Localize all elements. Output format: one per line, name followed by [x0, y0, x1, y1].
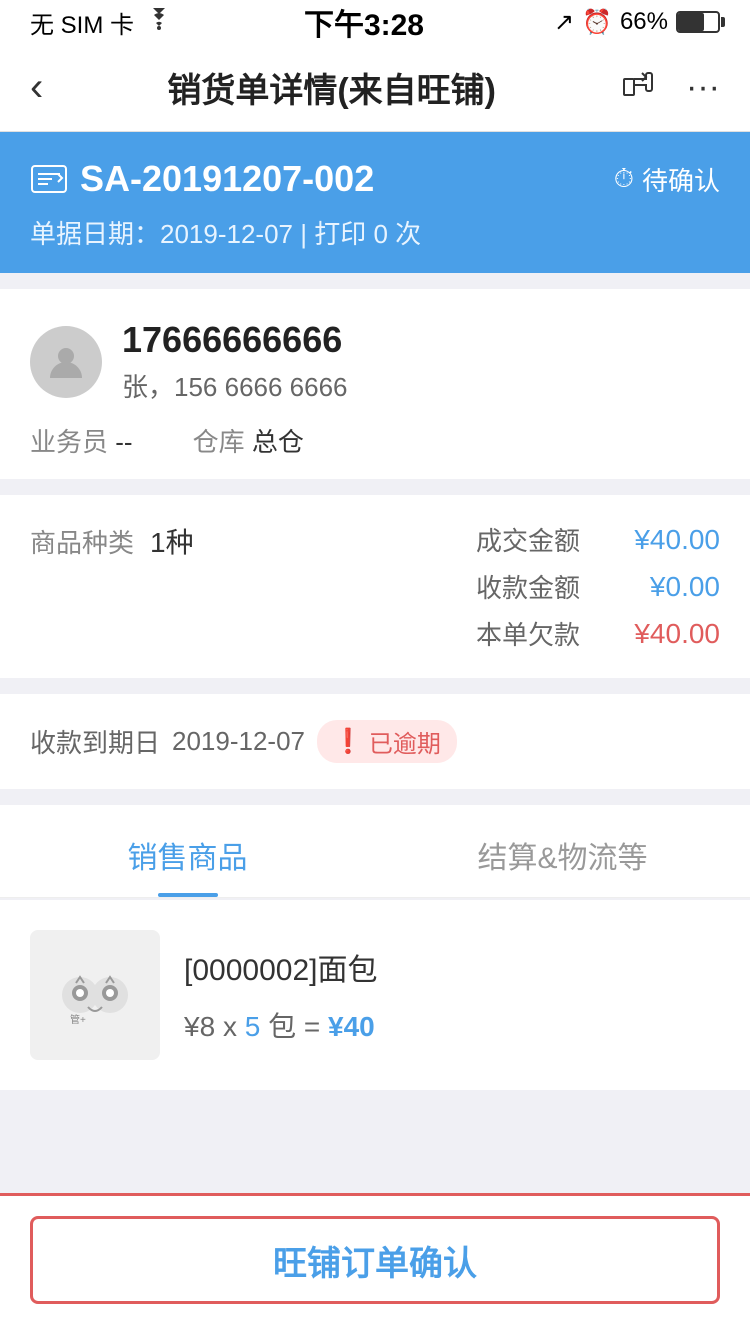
received-value: ¥0.00: [600, 571, 720, 603]
due-row: 本单欠款 ¥40.00: [476, 615, 720, 652]
customer-info: 17666666666 张，156 6666 6666: [122, 319, 720, 404]
amount-value: ¥40.00: [600, 524, 720, 556]
alarm-icon: ⏰: [582, 8, 612, 37]
product-name: [0000002]面包: [184, 945, 720, 989]
more-icon[interactable]: ···: [686, 68, 720, 107]
share-icon[interactable]: [620, 65, 656, 110]
due-date-label: 收款到期日: [30, 723, 160, 760]
warehouse-field: 仓库 总仓: [193, 422, 304, 459]
amount-row: 成交金额 ¥40.00: [476, 521, 720, 558]
tab-products[interactable]: 销售商品: [0, 805, 375, 897]
order-date: 单据日期：2019-12-07 | 打印 0 次: [30, 214, 720, 251]
back-button[interactable]: ‹: [30, 65, 43, 110]
status-time: 下午3:28: [304, 0, 424, 44]
product-qty: 5: [245, 1011, 261, 1042]
nav-actions: ···: [620, 65, 720, 110]
financial-summary: 成交金额 ¥40.00 收款金额 ¥0.00 本单欠款 ¥40.00: [476, 521, 720, 652]
due-date-value: 2019-12-07: [172, 726, 305, 757]
carrier-label: 无 SIM 卡: [30, 5, 134, 40]
battery-percent: 66%: [620, 8, 668, 36]
wifi-icon: [144, 8, 174, 37]
due-value: ¥40.00: [600, 618, 720, 650]
received-row: 收款金额 ¥0.00: [476, 568, 720, 605]
product-price: ¥8 x 5 包 = ¥40: [184, 1005, 720, 1045]
page-title: 销货单详情(来自旺铺): [167, 63, 496, 112]
product-info: [0000002]面包 ¥8 x 5 包 = ¥40: [184, 945, 720, 1045]
tabs: 销售商品 结算&物流等: [0, 805, 750, 898]
nav-bar: ‹ 销货单详情(来自旺铺) ···: [0, 44, 750, 132]
salesman-field: 业务员 --: [30, 422, 133, 459]
product-total: ¥40: [328, 1011, 375, 1042]
product-item: 管+ [0000002]面包 ¥8 x 5 包 = ¥40: [0, 900, 750, 1090]
customer-name: 张，156 6666 6666: [122, 367, 720, 404]
overdue-badge: ❗ 已逾期: [317, 720, 457, 763]
order-id: SA-20191207-002: [30, 158, 374, 200]
location-icon: ↗: [554, 8, 574, 37]
overdue-text: 已逾期: [369, 724, 441, 759]
customer-phone: 17666666666: [122, 319, 720, 361]
product-section: 管+ [0000002]面包 ¥8 x 5 包 = ¥40: [0, 900, 750, 1090]
product-thumbnail: 管+: [30, 930, 160, 1060]
tab-settlement[interactable]: 结算&物流等: [375, 805, 750, 897]
status-bar: 无 SIM 卡 下午3:28 ↗ ⏰ 66%: [0, 0, 750, 44]
order-status: ⏱ 待确认: [614, 161, 720, 198]
battery-icon: [676, 11, 720, 33]
bottom-bar: 旺铺订单确认: [0, 1193, 750, 1334]
customer-meta: 业务员 -- 仓库 总仓: [30, 422, 720, 459]
due-date-card: 收款到期日 2019-12-07 ❗ 已逾期: [0, 694, 750, 789]
customer-card: 17666666666 张，156 6666 6666 业务员 -- 仓库 总仓: [0, 289, 750, 479]
avatar: [30, 326, 102, 398]
confirm-order-button[interactable]: 旺铺订单确认: [30, 1216, 720, 1304]
status-clock-icon: ⏱: [614, 163, 634, 195]
overdue-icon: ❗: [333, 727, 363, 756]
category-info: 商品种类 1种: [30, 521, 476, 561]
summary-card: 商品种类 1种 成交金额 ¥40.00 收款金额 ¥0.00 本单欠款 ¥40.…: [0, 495, 750, 678]
status-right: ↗ ⏰ 66%: [554, 8, 720, 37]
svg-text:管+: 管+: [70, 1013, 86, 1025]
order-header-card: SA-20191207-002 ⏱ 待确认 单据日期：2019-12-07 | …: [0, 132, 750, 273]
status-left: 无 SIM 卡: [30, 5, 174, 40]
